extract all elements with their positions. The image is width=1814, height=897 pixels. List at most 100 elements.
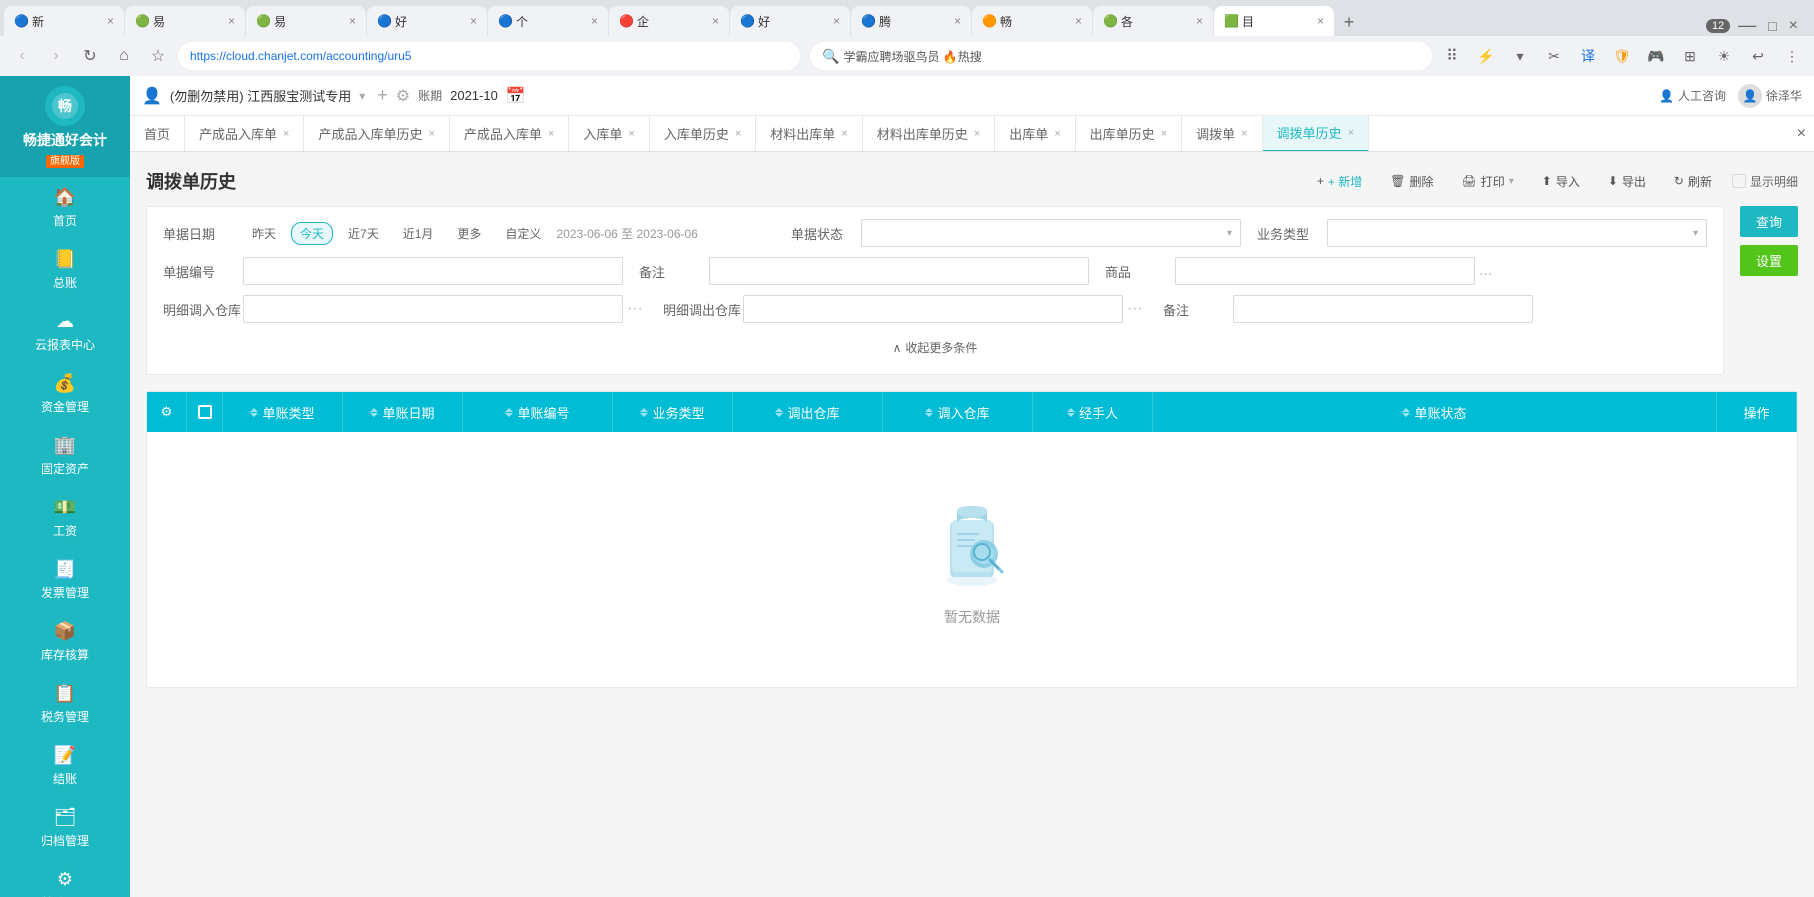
tab-close-7[interactable]: × (833, 14, 840, 28)
goods-dots-btn[interactable]: ... (1475, 262, 1496, 280)
header-checkbox[interactable] (198, 405, 212, 419)
page-tab-in-hist-close[interactable]: × (735, 128, 741, 140)
new-button[interactable]: + + 新增 (1309, 169, 1370, 194)
tab-close-9[interactable]: × (1075, 14, 1082, 28)
page-tab-out-order[interactable]: 出库单 × (995, 116, 1075, 152)
browser-tab-9[interactable]: 🟠 畅 × (972, 6, 1092, 36)
th-doc-status[interactable]: 单账状态 (1153, 392, 1717, 432)
window-maximize-btn[interactable]: □ (1764, 18, 1780, 34)
page-tab-transfer[interactable]: 调拨单 × (1182, 116, 1262, 152)
browser-tab-7[interactable]: 🔵 好 × (730, 6, 850, 36)
forward-button[interactable]: › (42, 42, 70, 70)
sidebar-item-fixed-assets[interactable]: 🏢 固定资产 (0, 425, 130, 487)
detail-in-dots-btn[interactable]: ··· (623, 300, 647, 318)
page-tab-in-order-close[interactable]: × (628, 128, 634, 140)
tab-close-3[interactable]: × (349, 14, 356, 28)
sidebar-item-tax[interactable]: 📋 税务管理 (0, 673, 130, 735)
star-button[interactable]: ☆ (144, 42, 172, 70)
th-biz-type[interactable]: 业务类型 (613, 392, 733, 432)
page-tab-product-in-close[interactable]: × (283, 128, 289, 140)
docnum-filter-input[interactable] (243, 257, 623, 285)
new-tab-button[interactable]: + (1335, 8, 1363, 36)
page-tab-home[interactable]: 首页 (130, 116, 185, 152)
undo-icon[interactable]: ↩ (1744, 42, 1772, 70)
date-btn-more[interactable]: 更多 (448, 222, 490, 245)
address-input[interactable]: https://cloud.chanjet.com/accounting/uru… (178, 42, 800, 70)
delete-button[interactable]: 🗑 删除 (1382, 169, 1441, 194)
service-button[interactable]: 👤 人工咨询 (1659, 87, 1726, 104)
tab-close-1[interactable]: × (107, 14, 114, 28)
add-company-btn[interactable]: + (377, 85, 388, 106)
tab-close-11[interactable]: × (1317, 14, 1324, 28)
remark2-filter-input[interactable] (1233, 295, 1533, 323)
browser-tab-8[interactable]: 🔵 腾 × (851, 6, 971, 36)
th-doc-num[interactable]: 单账编号 (463, 392, 613, 432)
back-button[interactable]: ‹ (8, 42, 36, 70)
sidebar-item-ledger[interactable]: 📒 总账 (0, 239, 130, 301)
browser-tab-2[interactable]: 🟢 易 × (125, 6, 245, 36)
page-tab-out-hist-close[interactable]: × (1161, 128, 1167, 140)
status-filter-select[interactable]: ▾ (861, 219, 1241, 247)
import-button[interactable]: ⬆ 导入 (1534, 169, 1588, 194)
th-in-warehouse[interactable]: 调入仓库 (883, 392, 1033, 432)
th-handler[interactable]: 经手人 (1033, 392, 1153, 432)
tab-close-6[interactable]: × (712, 14, 719, 28)
page-tab-out-order-close[interactable]: × (1054, 128, 1060, 140)
page-tab-material-out-hist-close[interactable]: × (974, 128, 980, 140)
browser-tab-5[interactable]: 🔵 个 × (488, 6, 608, 36)
dropdown-button[interactable]: ▾ (1506, 42, 1534, 70)
page-tab-transfer-close[interactable]: × (1241, 128, 1247, 140)
tab-close-5[interactable]: × (591, 14, 598, 28)
tab-close-8[interactable]: × (954, 14, 961, 28)
extensions-icon[interactable]: ⠿ (1438, 42, 1466, 70)
page-tab-in-order[interactable]: 入库单 × (569, 116, 649, 152)
display-checkbox[interactable] (1732, 174, 1746, 188)
sidebar-item-settings[interactable]: ⚙ 基础设置 (0, 859, 130, 897)
sidebar-item-payroll[interactable]: 💵 工资 (0, 487, 130, 549)
tab-close-4[interactable]: × (470, 14, 477, 28)
date-btn-yesterday[interactable]: 昨天 (243, 222, 285, 245)
scissors-icon[interactable]: ✂ (1540, 42, 1568, 70)
sidebar-item-capital[interactable]: 💰 资金管理 (0, 363, 130, 425)
date-btn-custom[interactable]: 自定义 (496, 222, 550, 245)
browser-tab-1[interactable]: 🔵 新 × (4, 6, 124, 36)
page-tab-transfer-hist-close[interactable]: × (1348, 127, 1354, 139)
th-doc-type[interactable]: 单账类型 (223, 392, 343, 432)
page-tab-material-out[interactable]: 材料出库单 × (756, 116, 862, 152)
th-settings[interactable]: ⚙ (147, 392, 187, 432)
page-tab-product-in[interactable]: 产成品入库单 × (185, 116, 304, 152)
collapse-button[interactable]: ∧ 收起更多条件 (163, 333, 1707, 362)
refresh-button[interactable]: ↻ (76, 42, 104, 70)
page-tabs-close-btn[interactable]: × (1789, 125, 1814, 143)
detail-in-filter-input[interactable] (243, 295, 623, 323)
export-button[interactable]: ⬇ 导出 (1600, 169, 1654, 194)
sidebar-item-home[interactable]: 🏠 首页 (0, 177, 130, 239)
page-tab-product-in-hist[interactable]: 产成品入库单历史 × (304, 116, 449, 152)
browser-tab-3[interactable]: 🟢 易 × (246, 6, 366, 36)
tab-close-10[interactable]: × (1196, 14, 1203, 28)
detail-out-filter-input[interactable] (743, 295, 1123, 323)
game-icon[interactable]: 🎮 (1642, 42, 1670, 70)
page-tab-transfer-hist[interactable]: 调拨单历史 × (1263, 116, 1369, 152)
page-tab-product-in2-close[interactable]: × (548, 128, 554, 140)
th-checkbox[interactable] (187, 392, 223, 432)
company-dropdown-icon[interactable]: ▾ (359, 89, 365, 103)
window-minimize-btn[interactable]: — (1734, 15, 1760, 36)
sidebar-item-inventory[interactable]: 📦 库存核算 (0, 611, 130, 673)
translate-icon[interactable]: 译 (1574, 42, 1602, 70)
date-btn-1month[interactable]: 近1月 (394, 222, 443, 245)
query-button[interactable]: 查询 (1740, 206, 1798, 237)
page-tab-material-out-hist[interactable]: 材料出库单历史 × (863, 116, 995, 152)
settings-filter-button[interactable]: 设置 (1740, 245, 1798, 276)
browser-tab-10[interactable]: 🟢 各 × (1093, 6, 1213, 36)
date-btn-7days[interactable]: 近7天 (339, 222, 388, 245)
calendar-icon[interactable]: 📅 (506, 86, 526, 106)
user-info[interactable]: 👤 徐泽华 (1738, 84, 1802, 108)
print-button[interactable]: 🖨 打印 ▾ (1453, 169, 1521, 194)
page-tab-product-in-hist-close[interactable]: × (428, 128, 434, 140)
sidebar-item-closing[interactable]: 📝 结账 (0, 735, 130, 797)
window-close-btn[interactable]: × (1785, 17, 1802, 35)
brightness-icon[interactable]: ☀ (1710, 42, 1738, 70)
page-tab-material-out-close[interactable]: × (841, 128, 847, 140)
biz-type-filter-select[interactable]: ▾ (1327, 219, 1707, 247)
